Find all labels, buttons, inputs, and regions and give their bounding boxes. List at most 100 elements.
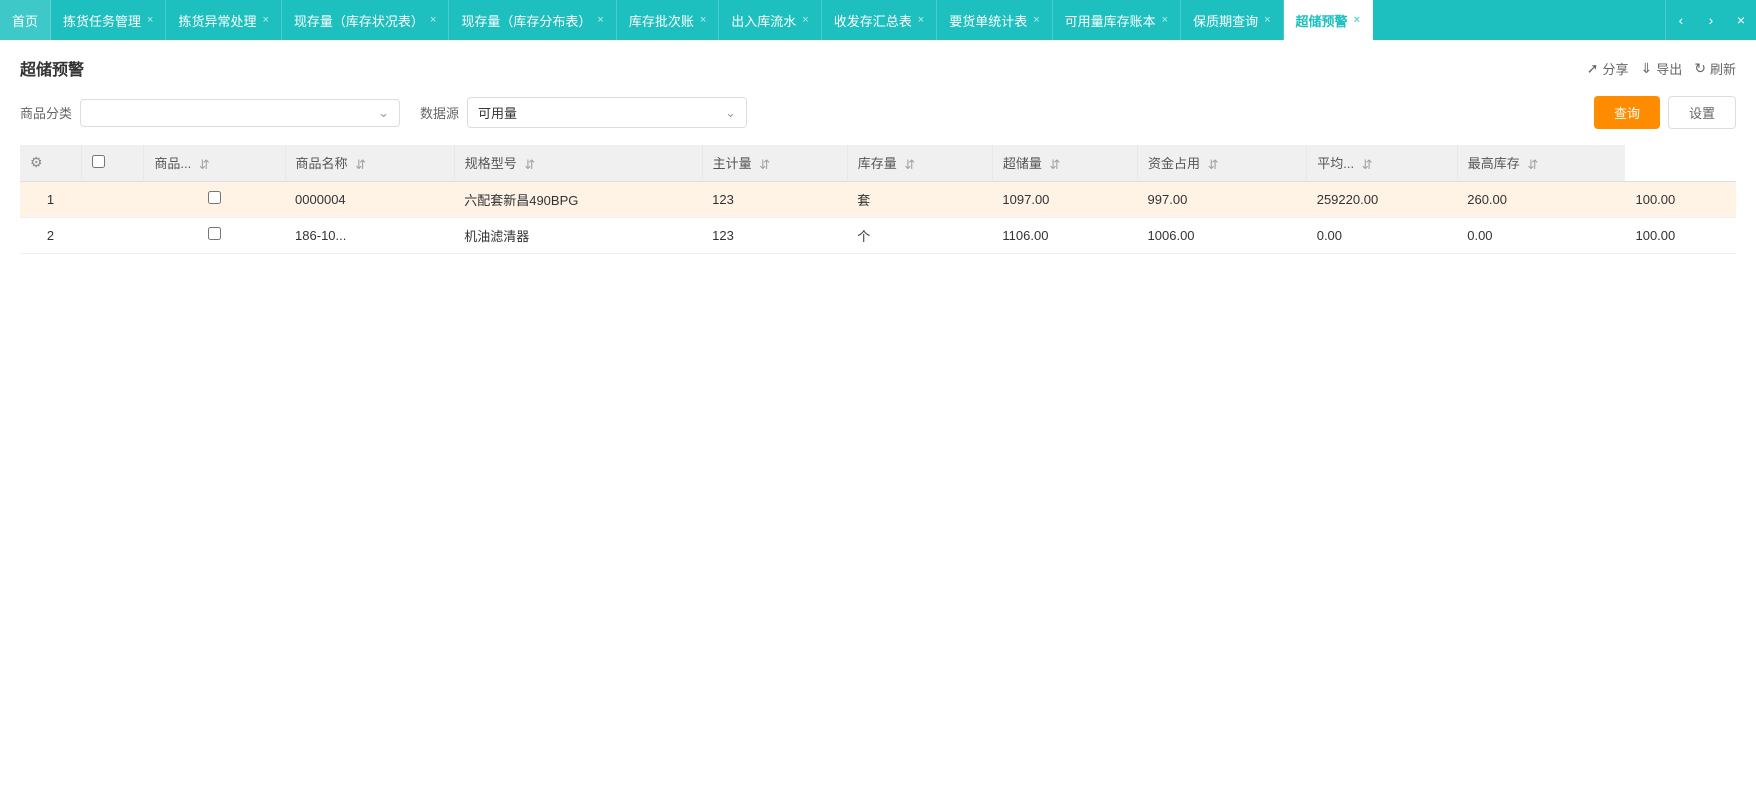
nav-close-1[interactable]: ×	[147, 14, 153, 26]
row-capital-0: 259220.00	[1307, 181, 1458, 217]
nav-close-arrow[interactable]: ×	[1726, 0, 1756, 40]
col-spec-label: 规格型号	[465, 156, 517, 171]
col-settings: ⚙	[20, 145, 81, 181]
nav-close-10[interactable]: ×	[1264, 14, 1270, 26]
row-overstock-0: 997.00	[1138, 181, 1307, 217]
row-checkbox-1[interactable]	[208, 227, 221, 240]
nav-close-9[interactable]: ×	[1162, 14, 1168, 26]
row-spec-0: 123	[702, 181, 847, 217]
nav-item-10[interactable]: 保质期查询×	[1181, 0, 1283, 40]
col-max: 最高库存 ⇵	[1457, 145, 1625, 181]
col-spec: 规格型号 ⇵	[454, 145, 702, 181]
sort-code-icon[interactable]: ⇵	[199, 157, 210, 173]
col-name-label: 商品名称	[296, 156, 348, 171]
row-stock-1: 1106.00	[992, 217, 1137, 253]
datasource-dropdown-arrow: ⌄	[725, 105, 736, 121]
col-name: 商品名称 ⇵	[285, 145, 454, 181]
page-content: 超储预警 ➚ 分享 ⇓ 导出 ↻ 刷新 商品分类 ⌄ 数据源	[0, 40, 1756, 800]
page-title: 超储预警	[20, 56, 84, 80]
row-settings-0	[81, 181, 144, 217]
table-row: 1 0000004 六配套新昌490BPG 123 套 1097.00 997.…	[20, 181, 1736, 217]
nav-item-5[interactable]: 库存批次账×	[617, 0, 719, 40]
nav-close-7[interactable]: ×	[918, 14, 924, 26]
nav-close-4[interactable]: ×	[597, 14, 603, 26]
query-button[interactable]: 查询	[1594, 96, 1660, 129]
row-max-1: 100.00	[1625, 217, 1736, 253]
col-unit-label: 主计量	[713, 156, 752, 171]
sort-overstock-icon[interactable]: ⇵	[1050, 157, 1061, 173]
col-stock: 库存量 ⇵	[847, 145, 992, 181]
export-icon: ⇓	[1641, 60, 1653, 77]
nav-item-11[interactable]: 超储预警×	[1284, 0, 1373, 40]
nav-item-7[interactable]: 收发存汇总表×	[822, 0, 937, 40]
nav-close-2[interactable]: ×	[262, 14, 268, 26]
sort-capital-icon[interactable]: ⇵	[1208, 157, 1219, 173]
row-max-0: 100.00	[1625, 181, 1736, 217]
datasource-filter: 数据源 可用量 ⌄	[420, 97, 747, 128]
row-avg-1: 0.00	[1457, 217, 1625, 253]
sort-unit-icon[interactable]: ⇵	[759, 157, 770, 173]
nav-next-arrow[interactable]: ›	[1696, 0, 1726, 40]
sort-stock-icon[interactable]: ⇵	[904, 157, 915, 173]
col-code: 商品... ⇵	[144, 145, 285, 181]
sort-max-icon[interactable]: ⇵	[1527, 157, 1538, 173]
nav-item-8[interactable]: 要货单统计表×	[937, 0, 1052, 40]
datasource-label: 数据源	[420, 103, 459, 122]
nav-item-3[interactable]: 现存量（库存状况表）×	[282, 0, 449, 40]
table-row: 2 186-10... 机油滤清器 123 个 1106.00 1006.00 …	[20, 217, 1736, 253]
datasource-select[interactable]: 可用量 ⌄	[467, 97, 747, 128]
col-capital-label: 资金占用	[1148, 156, 1200, 171]
filter-buttons: 查询 设置	[1594, 96, 1736, 129]
row-checkbox-cell-0	[144, 181, 285, 217]
row-checkbox-cell-1	[144, 217, 285, 253]
sort-spec-icon[interactable]: ⇵	[524, 157, 535, 173]
filter-row: 商品分类 ⌄ 数据源 可用量 ⌄ 查询 设置	[20, 96, 1736, 129]
col-avg-label: 平均...	[1317, 156, 1354, 171]
row-checkbox-0[interactable]	[208, 191, 221, 204]
page-header: 超储预警 ➚ 分享 ⇓ 导出 ↻ 刷新	[20, 56, 1736, 80]
settings-button[interactable]: 设置	[1668, 96, 1736, 129]
nav-close-8[interactable]: ×	[1033, 14, 1039, 26]
col-overstock-label: 超储量	[1003, 156, 1042, 171]
nav-item-0[interactable]: 首页	[0, 0, 51, 40]
category-label: 商品分类	[20, 103, 72, 122]
col-stock-label: 库存量	[858, 156, 897, 171]
nav-close-11[interactable]: ×	[1354, 14, 1360, 26]
refresh-label: 刷新	[1710, 59, 1736, 78]
export-button[interactable]: ⇓ 导出	[1641, 59, 1683, 78]
nav-close-6[interactable]: ×	[802, 14, 808, 26]
col-max-label: 最高库存	[1468, 156, 1520, 171]
row-settings-1	[81, 217, 144, 253]
row-spec-1: 123	[702, 217, 847, 253]
nav-item-1[interactable]: 拣货任务管理×	[51, 0, 166, 40]
refresh-button[interactable]: ↻ 刷新	[1694, 59, 1736, 78]
table-body: 1 0000004 六配套新昌490BPG 123 套 1097.00 997.…	[20, 181, 1736, 253]
col-avg: 平均... ⇵	[1307, 145, 1458, 181]
row-overstock-1: 1006.00	[1138, 217, 1307, 253]
page-actions: ➚ 分享 ⇓ 导出 ↻ 刷新	[1587, 59, 1736, 78]
nav-close-3[interactable]: ×	[430, 14, 436, 26]
col-code-label: 商品...	[154, 156, 191, 171]
datasource-value: 可用量	[478, 103, 517, 122]
nav-close-5[interactable]: ×	[700, 14, 706, 26]
category-select[interactable]: ⌄	[80, 99, 400, 127]
row-name-1: 机油滤清器	[454, 217, 702, 253]
col-overstock: 超储量 ⇵	[992, 145, 1137, 181]
col-checkbox	[81, 145, 144, 181]
export-label: 导出	[1656, 59, 1682, 78]
sort-name-icon[interactable]: ⇵	[355, 157, 366, 173]
col-unit: 主计量 ⇵	[702, 145, 847, 181]
settings-gear-icon[interactable]: ⚙	[30, 154, 43, 170]
share-icon: ➚	[1587, 60, 1599, 77]
nav-item-2[interactable]: 拣货异常处理×	[166, 0, 281, 40]
nav-item-9[interactable]: 可用量库存账本×	[1053, 0, 1181, 40]
row-name-0: 六配套新昌490BPG	[454, 181, 702, 217]
select-all-checkbox[interactable]	[92, 155, 105, 168]
nav-item-4[interactable]: 现存量（库存分布表）×	[449, 0, 616, 40]
nav-prev-arrow[interactable]: ‹	[1666, 0, 1696, 40]
sort-avg-icon[interactable]: ⇵	[1362, 157, 1373, 173]
row-unit-0: 套	[847, 181, 992, 217]
share-button[interactable]: ➚ 分享	[1587, 59, 1629, 78]
nav-item-6[interactable]: 出入库流水×	[719, 0, 821, 40]
col-capital: 资金占用 ⇵	[1138, 145, 1307, 181]
